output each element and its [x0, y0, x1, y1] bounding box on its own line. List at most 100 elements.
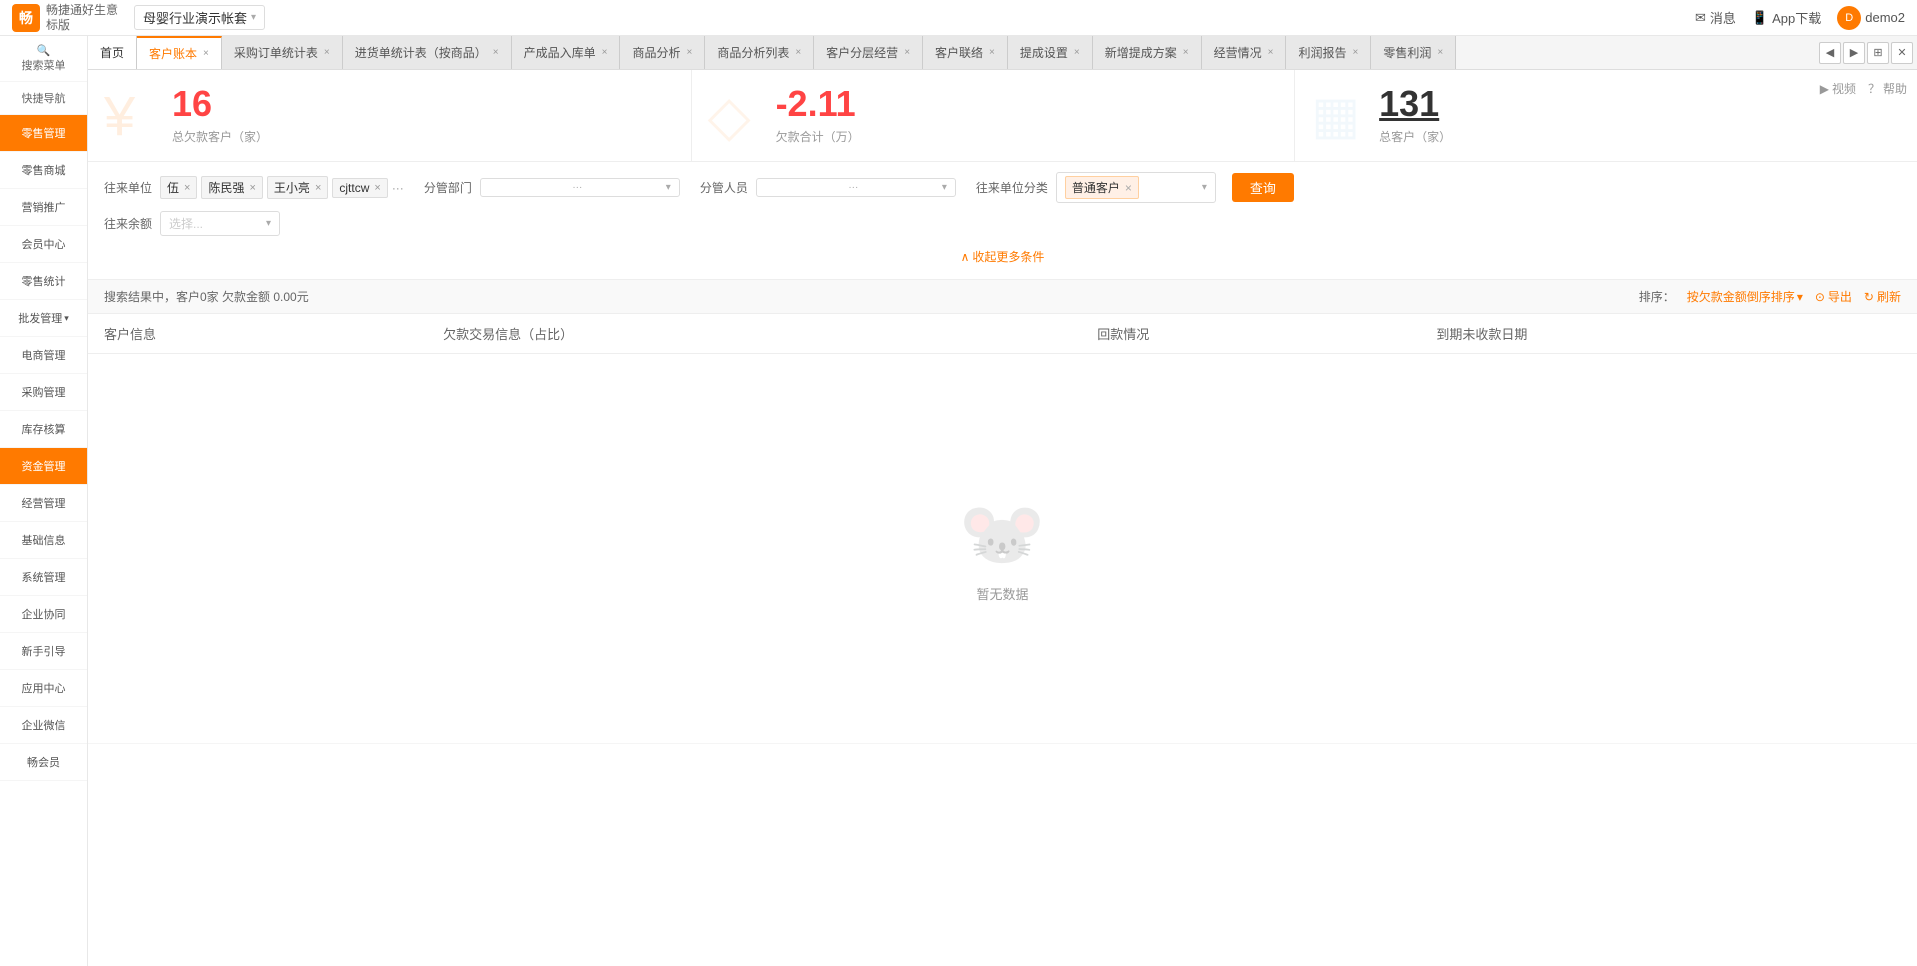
unit-class-tags: 普通客户 ×	[1065, 176, 1139, 199]
tab-close-icon[interactable]: ×	[324, 47, 330, 58]
sidebar-item-retail-stats[interactable]: 零售统计	[0, 263, 87, 300]
sidebar-item-ops[interactable]: 经营管理	[0, 485, 87, 522]
person-filter-label: 分管人员	[700, 179, 748, 196]
top-bar-right: ✉ 消息 📱 App下载 D demo2	[1695, 6, 1905, 30]
sidebar-item-ecommerce[interactable]: 电商管理	[0, 337, 87, 374]
tag-close-wang[interactable]: ×	[315, 182, 321, 194]
tab-new-raise[interactable]: 新增提成方案 ×	[1093, 36, 1202, 70]
content-area: 首页 客户账本 × 采购订单统计表 × 进货单统计表（按商品） × 产成品入库单…	[88, 36, 1917, 966]
empty-state-cell: 🐭 暂无数据	[88, 354, 1917, 744]
query-button[interactable]: 查询	[1232, 173, 1294, 202]
balance-chevron-icon: ▾	[266, 218, 271, 229]
collapse-container: ∧ 收起更多条件	[104, 244, 1901, 269]
tab-customer-tier[interactable]: 客户分层经营 ×	[814, 36, 923, 70]
dept-chevron-down-icon: ▾	[666, 182, 671, 193]
unit-class-filter-label: 往来单位分类	[976, 179, 1048, 196]
sidebar-item-purchase[interactable]: 采购管理	[0, 374, 87, 411]
unit-class-filter-select[interactable]: 普通客户 × ▾	[1056, 172, 1216, 203]
sidebar-item-app-center[interactable]: 应用中心	[0, 670, 87, 707]
tab-stock-stats[interactable]: 进货单统计表（按商品） ×	[343, 36, 512, 70]
tab-operations[interactable]: 经营情况 ×	[1202, 36, 1287, 70]
export-button[interactable]: ⊙ 导出	[1815, 288, 1852, 305]
tab-expand-button[interactable]: ⊞	[1867, 42, 1889, 64]
sidebar-item-inventory[interactable]: 库存核算	[0, 411, 87, 448]
stat-text-2: -2.11 欠款合计（万）	[776, 86, 860, 145]
tab-close-icon[interactable]: ×	[1437, 47, 1443, 58]
empty-illustration: 🐭	[959, 494, 1046, 576]
tab-close-icon[interactable]: ×	[1074, 47, 1080, 58]
tab-close-all-button[interactable]: ✕	[1891, 42, 1913, 64]
tab-product-analysis-list[interactable]: 商品分析列表 ×	[705, 36, 814, 70]
tab-product-analysis[interactable]: 商品分析 ×	[620, 36, 705, 70]
help-area: ▶ 视频 ？ 帮助	[1820, 80, 1907, 97]
sidebar-item-enterprise-coop[interactable]: 企业协同	[0, 596, 87, 633]
stat-bg-icon-3: ▦	[1311, 86, 1360, 146]
tab-raise-settings[interactable]: 提成设置 ×	[1008, 36, 1093, 70]
sidebar-item-wholesale[interactable]: 批发管理 ▾	[0, 300, 87, 337]
tab-close-icon[interactable]: ×	[1183, 47, 1189, 58]
col-debt-info: 欠款交易信息（占比）	[427, 314, 1081, 354]
export-icon: ⊙	[1815, 290, 1825, 304]
sort-select[interactable]: 按欠款金额倒序排序 ▾	[1687, 288, 1803, 305]
balance-filter-label: 往来余额	[104, 215, 152, 232]
tab-next-button[interactable]: ▶	[1843, 42, 1865, 64]
tab-retail-profit[interactable]: 零售利润 ×	[1371, 36, 1456, 70]
tab-customers[interactable]: 客户账本 ×	[137, 36, 222, 70]
tab-home[interactable]: 首页	[88, 36, 137, 70]
tab-close-icon[interactable]: ×	[493, 47, 499, 58]
tab-close-icon[interactable]: ×	[1352, 47, 1358, 58]
filter-more-tags[interactable]: ···	[392, 181, 404, 195]
tag-close-wu[interactable]: ×	[184, 182, 190, 194]
stat-total-debt: ◇ -2.11 欠款合计（万）	[692, 70, 1296, 161]
sidebar-item-search[interactable]: 🔍 搜索菜单	[0, 36, 87, 82]
refresh-icon: ↻	[1864, 290, 1874, 304]
logo-area: 畅 畅捷通好生意 标版	[12, 3, 118, 32]
balance-filter-input[interactable]: 选择... ▾	[160, 211, 280, 236]
dept-filter-select[interactable]: ··· ▾	[480, 178, 680, 197]
sidebar-item-basic-info[interactable]: 基础信息	[0, 522, 87, 559]
collapse-button[interactable]: ∧ 收起更多条件	[961, 244, 1045, 269]
top-bar: 畅 畅捷通好生意 标版 母婴行业演示帐套 ▾ ✉ 消息 📱 App下载 D de…	[0, 0, 1917, 36]
sidebar-item-retail-mgmt[interactable]: 零售管理	[0, 115, 87, 152]
results-bar: 搜索结果中，客户0家 欠款金额 0.00元 排序： 按欠款金额倒序排序 ▾ ⊙ …	[88, 280, 1917, 314]
tag-close-normal-customer[interactable]: ×	[1125, 181, 1132, 195]
sidebar-item-retail-shop[interactable]: 零售商城	[0, 152, 87, 189]
sidebar-item-enterprise-wechat[interactable]: 企业微信	[0, 707, 87, 744]
user-menu[interactable]: D demo2	[1837, 6, 1905, 30]
org-selector[interactable]: 母婴行业演示帐套 ▾	[134, 5, 265, 30]
stat-label-2: 欠款合计（万）	[776, 128, 860, 145]
message-button[interactable]: ✉ 消息	[1695, 8, 1736, 27]
table-header-row: 客户信息 欠款交易信息（占比） 回款情况 到期未收款日期	[88, 314, 1917, 354]
sidebar-item-new-guide[interactable]: 新手引导	[0, 633, 87, 670]
tab-close-icon[interactable]: ×	[203, 48, 209, 59]
sidebar-item-mkt-promo[interactable]: 营销推广	[0, 189, 87, 226]
filter-row-1: 往来单位 伍 × 陈民强 × 王小亮 ×	[104, 172, 1901, 203]
tab-customer-contact[interactable]: 客户联络 ×	[923, 36, 1008, 70]
tab-prev-button[interactable]: ◀	[1819, 42, 1841, 64]
sort-chevron-icon: ▾	[1797, 290, 1803, 304]
tag-close-cjttcw[interactable]: ×	[374, 182, 380, 194]
help-button[interactable]: ？ 帮助	[1868, 80, 1907, 97]
tab-close-icon[interactable]: ×	[904, 47, 910, 58]
tab-purchase-order[interactable]: 采购订单统计表 ×	[222, 36, 343, 70]
sidebar-item-vip[interactable]: 畅会员	[0, 744, 87, 781]
tab-close-icon[interactable]: ×	[602, 47, 608, 58]
tab-close-icon[interactable]: ×	[1268, 47, 1274, 58]
tab-product-in[interactable]: 产成品入库单 ×	[512, 36, 621, 70]
sidebar-item-finance[interactable]: 资金管理	[0, 448, 87, 485]
stat-value-2: -2.11	[776, 86, 860, 122]
refresh-button[interactable]: ↻ 刷新	[1864, 288, 1901, 305]
tab-close-icon[interactable]: ×	[989, 47, 995, 58]
tab-profit-report[interactable]: 利润报告 ×	[1286, 36, 1371, 70]
avatar: D	[1837, 6, 1861, 30]
filter-tag-wang: 王小亮 ×	[267, 176, 328, 199]
video-help-button[interactable]: ▶ 视频	[1820, 80, 1856, 97]
person-filter-select[interactable]: ··· ▾	[756, 178, 956, 197]
tab-close-icon[interactable]: ×	[795, 47, 801, 58]
tag-close-chen[interactable]: ×	[249, 182, 255, 194]
sidebar-item-quick-nav[interactable]: 快捷导航	[0, 82, 87, 115]
sidebar-item-sys-mgmt[interactable]: 系统管理	[0, 559, 87, 596]
sidebar-item-member-center[interactable]: 会员中心	[0, 226, 87, 263]
tab-close-icon[interactable]: ×	[686, 47, 692, 58]
app-download-button[interactable]: 📱 App下载	[1752, 8, 1821, 27]
